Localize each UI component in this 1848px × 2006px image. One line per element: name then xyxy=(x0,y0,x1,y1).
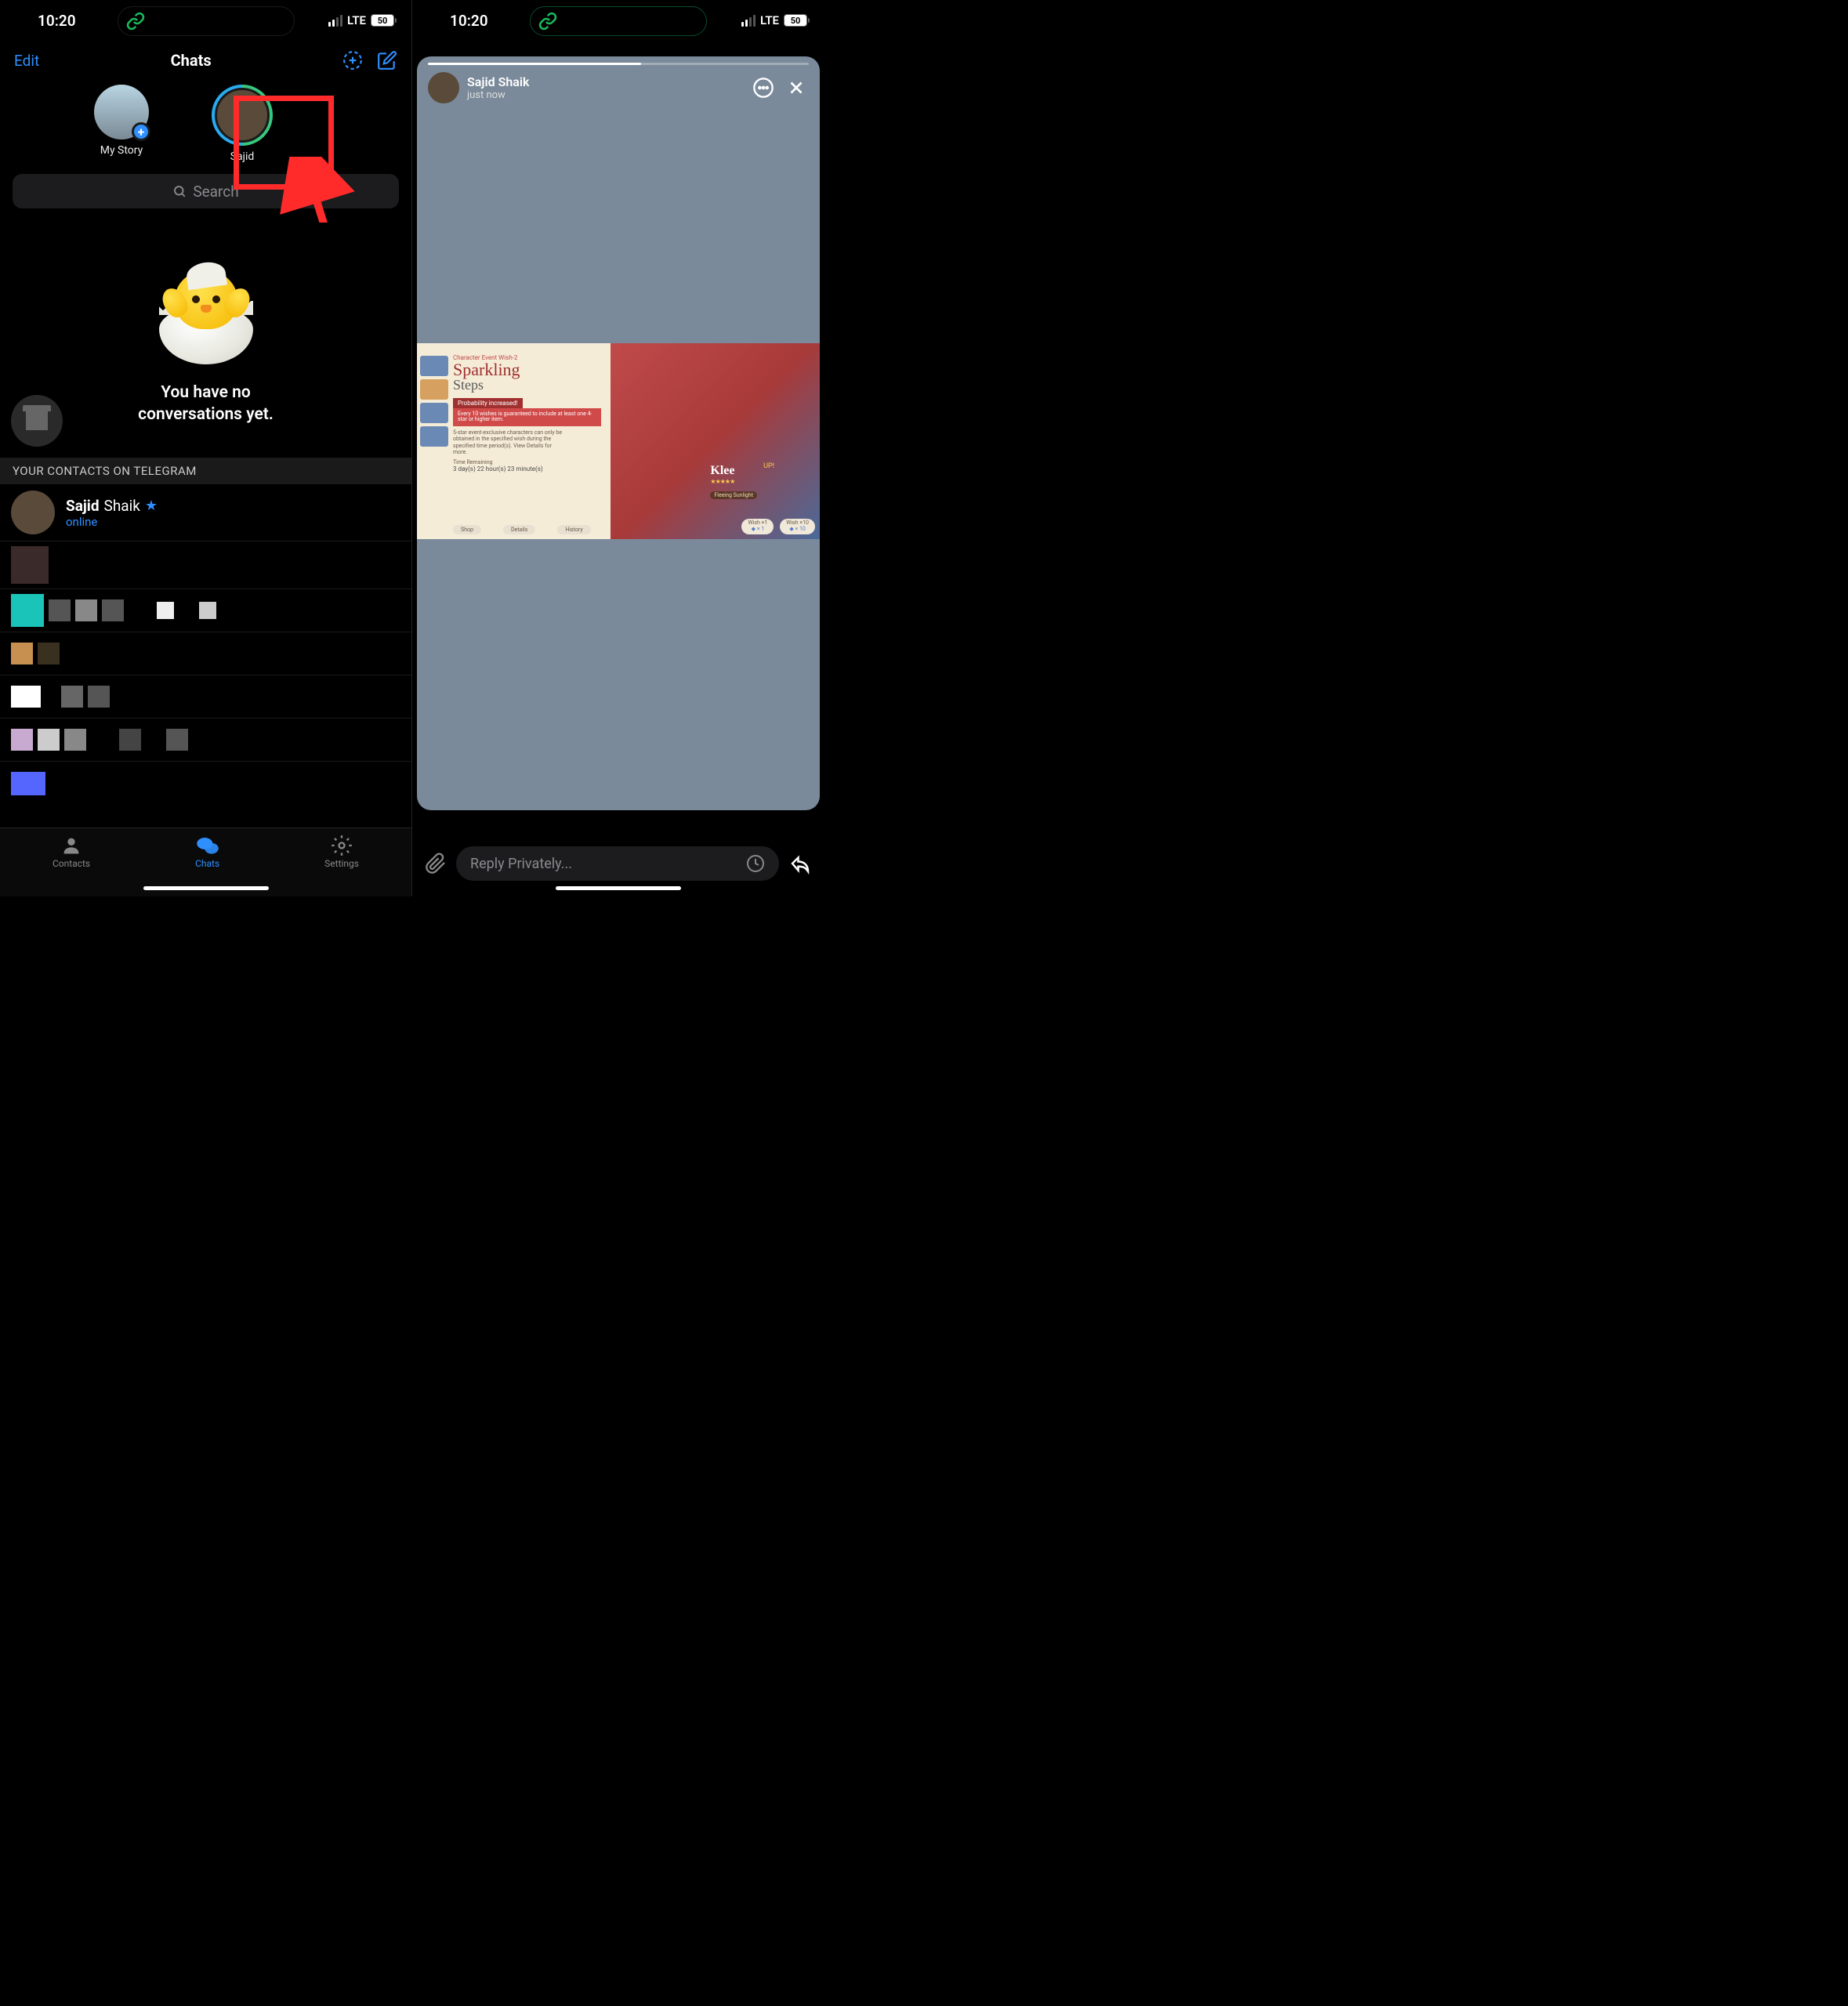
contacts-section-header: YOUR CONTACTS ON TELEGRAM xyxy=(0,458,411,484)
contact-row-redacted[interactable] xyxy=(0,632,411,675)
premium-star-icon: ★ xyxy=(145,498,158,514)
signal-icon xyxy=(741,15,756,27)
phone-story-screen: 10:20 LTE 50 Sajid Shaik just now xyxy=(412,0,824,896)
status-time: 10:20 xyxy=(450,12,488,30)
contact-row[interactable]: Sajid Shaik ★ online xyxy=(0,484,411,541)
signal-icon xyxy=(328,15,342,27)
contact-name: Sajid Shaik ★ xyxy=(66,497,158,515)
status-bar: 10:20 LTE 50 xyxy=(412,0,824,41)
chick-sticker xyxy=(151,255,261,364)
contact-story-avatar xyxy=(215,88,270,143)
attach-icon[interactable] xyxy=(425,853,447,874)
wish-buttons: Wish ×1◆ × 1 Wish ×10◆ × 10 xyxy=(741,519,815,534)
stories-row: + My Story Sajid xyxy=(0,77,411,169)
search-placeholder: Search xyxy=(193,183,238,201)
chats-header: Edit Chats xyxy=(0,41,411,77)
banner-description: 5-star event-exclusive characters can on… xyxy=(453,429,563,456)
story-user-avatar[interactable] xyxy=(428,72,459,103)
more-button[interactable] xyxy=(751,75,776,100)
contact-row-redacted[interactable] xyxy=(0,541,411,589)
my-story-item[interactable]: + My Story xyxy=(94,85,149,163)
banner-tabs xyxy=(420,356,448,447)
search-icon xyxy=(172,184,187,198)
probability-header: Probability increased! xyxy=(453,398,523,408)
history-button: History xyxy=(557,525,590,534)
empty-state: You have no conversations yet. xyxy=(0,223,411,458)
time-remaining-value: 3 day(s) 22 hour(s) 23 minute(s) xyxy=(453,465,601,473)
reply-bar: Reply Privately... xyxy=(412,846,824,881)
close-button[interactable] xyxy=(784,75,809,100)
details-button: Details xyxy=(503,525,535,534)
edit-button[interactable]: Edit xyxy=(14,52,39,70)
contact-status: online xyxy=(66,515,158,529)
my-story-avatar: + xyxy=(94,85,149,139)
empty-text: You have no conversations yet. xyxy=(138,382,274,426)
contact-row-redacted[interactable] xyxy=(0,719,411,762)
link-activity-icon xyxy=(126,12,145,31)
network-label: LTE xyxy=(347,13,366,27)
time-remaining-label: Time Remaining xyxy=(453,459,601,465)
banner-title-2: Steps xyxy=(453,377,601,393)
status-right: LTE 50 xyxy=(741,13,807,27)
tab-bar: Contacts Chats Settings xyxy=(0,827,411,896)
reply-placeholder: Reply Privately... xyxy=(470,856,572,872)
home-indicator[interactable] xyxy=(556,886,681,890)
story-content-image: Wish ✦30 ◆815 ⬡+1234 ⬡105 ✕ Character E xyxy=(417,343,820,539)
story-view[interactable]: Sajid Shaik just now Wish ✦30 ◆815 ⬡+123… xyxy=(417,56,820,810)
game-banner: Wish ✦30 ◆815 ⬡+1234 ⬡105 ✕ Character E xyxy=(417,343,820,539)
battery-icon: 50 xyxy=(371,14,394,27)
battery-icon: 50 xyxy=(784,14,807,27)
status-right: LTE 50 xyxy=(328,13,394,27)
tab-contacts[interactable]: Contacts xyxy=(53,835,90,896)
new-story-icon[interactable] xyxy=(342,50,363,71)
contact-avatar xyxy=(11,491,55,534)
network-label: LTE xyxy=(760,13,779,27)
share-icon[interactable] xyxy=(788,852,812,875)
character-label: Klee UP! ★★★★★ Fleeing Sunlight xyxy=(710,462,757,500)
dynamic-island xyxy=(530,6,707,36)
contact-row-redacted[interactable] xyxy=(0,589,411,632)
page-title: Chats xyxy=(171,51,212,70)
story-user-time: just now xyxy=(467,89,743,101)
timer-icon[interactable] xyxy=(746,854,765,873)
plus-icon: + xyxy=(132,122,150,141)
home-indicator[interactable] xyxy=(143,886,269,890)
shop-button: Shop xyxy=(453,525,481,534)
chats-icon xyxy=(196,835,219,856)
contact-story-label: Sajid xyxy=(230,150,255,163)
archive-button[interactable] xyxy=(11,395,63,447)
dynamic-island xyxy=(118,6,295,36)
story-header: Sajid Shaik just now xyxy=(428,72,809,103)
contact-row-redacted[interactable] xyxy=(0,675,411,719)
phone-chats-screen: 10:20 LTE 50 Edit Chats + My Story xyxy=(0,0,412,896)
banner-title-1: Sparkling xyxy=(453,361,601,378)
story-ring xyxy=(212,85,273,146)
my-story-label: My Story xyxy=(100,144,143,157)
probability-text: Every 10 wishes is guaranteed to include… xyxy=(453,408,601,426)
story-user-name: Sajid Shaik xyxy=(467,74,743,89)
link-activity-icon xyxy=(538,12,557,31)
archive-icon xyxy=(26,411,48,430)
reply-input[interactable]: Reply Privately... xyxy=(456,846,779,881)
contact-row-redacted[interactable] xyxy=(0,762,411,805)
compose-icon[interactable] xyxy=(377,50,397,71)
story-progress xyxy=(428,63,809,65)
status-bar: 10:20 LTE 50 xyxy=(0,0,411,41)
tab-settings[interactable]: Settings xyxy=(324,835,359,896)
search-input[interactable]: Search xyxy=(13,174,399,208)
contacts-icon xyxy=(60,835,83,856)
contact-story-item[interactable]: Sajid xyxy=(212,85,273,163)
status-time: 10:20 xyxy=(38,12,76,30)
settings-icon xyxy=(330,835,353,856)
